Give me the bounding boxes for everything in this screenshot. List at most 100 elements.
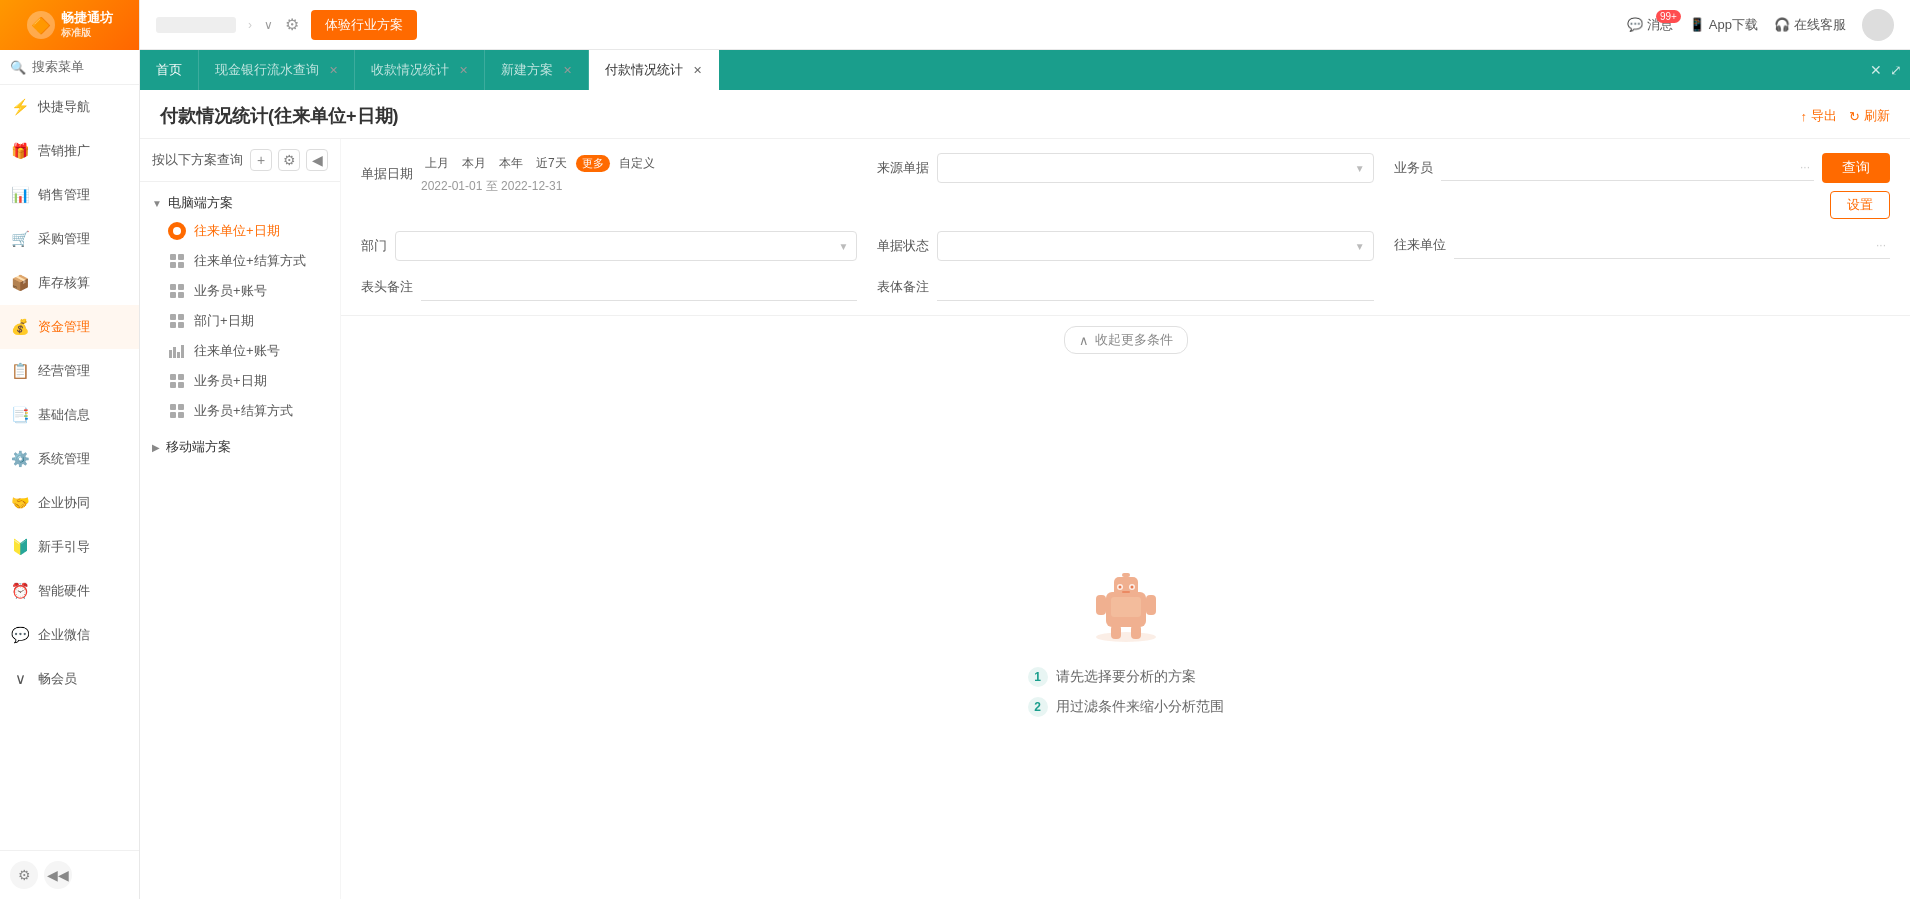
scheme-item-staff-settle-icon: [168, 402, 186, 420]
sidebar-item-wechat[interactable]: 💬 企业微信: [0, 613, 139, 657]
source-select[interactable]: ▼: [937, 153, 1373, 183]
tab-bank-flow-close[interactable]: ✕: [329, 64, 338, 77]
add-scheme-icon[interactable]: +: [250, 149, 272, 171]
breadcrumb-chevron[interactable]: ∨: [264, 18, 273, 32]
empty-illustration: [1076, 547, 1176, 647]
scheme-group-desktop-header[interactable]: ▼ 电脑端方案: [140, 190, 340, 216]
vendor-dots[interactable]: ···: [1876, 238, 1886, 252]
basic-info-icon: 📑: [10, 405, 30, 425]
download-icon: 📱: [1689, 17, 1705, 32]
tab-receipt-stats[interactable]: 收款情况统计 ✕: [355, 50, 485, 90]
search-icon: 🔍: [10, 60, 26, 75]
dept-select[interactable]: ▼: [395, 231, 857, 261]
scheme-item-vendor-settle-icon: [168, 252, 186, 270]
tab-receipt-stats-close[interactable]: ✕: [459, 64, 468, 77]
date-this-year[interactable]: 本年: [495, 153, 527, 174]
svg-rect-13: [1131, 625, 1141, 639]
tab-fullscreen-icon[interactable]: ⤢: [1890, 62, 1902, 78]
filter-status-field: 单据状态 ▼: [877, 231, 1373, 261]
filter-panel: 单据日期 上月 本月 本年 近7天 更多 自定义: [341, 139, 1910, 899]
app-download-btn[interactable]: 📱 App下载: [1689, 16, 1758, 34]
sidebar: 🔶 畅捷通坊 标准版 🔍 搜索菜单 ⚡ 快捷导航 🎁 营销推广 📊 销售管理 🛒…: [0, 0, 140, 899]
collapse-conditions-btn[interactable]: ∧ 收起更多条件: [1064, 326, 1188, 354]
empty-tips: 1 请先选择要分析的方案 2 用过滤条件来缩小分析范围: [1028, 667, 1224, 717]
sidebar-item-sales[interactable]: 📊 销售管理: [0, 173, 139, 217]
staff-dots[interactable]: ···: [1800, 160, 1810, 174]
query-btn[interactable]: 查询: [1822, 153, 1890, 183]
top-navbar: › ∨ ⚙ 体验行业方案 💬 消息 99+ 📱 App下载 🎧 在线客服: [140, 0, 1910, 50]
filter-dept-field: 部门 ▼: [361, 231, 857, 261]
filter-action-buttons: 查询 设置: [1822, 153, 1890, 219]
scheme-item-staff-account[interactable]: 业务员+账号: [140, 276, 340, 306]
dept-select-arrow: ▼: [838, 241, 848, 252]
scheme-item-vendor-account-icon: [168, 342, 186, 360]
sidebar-item-basic-info[interactable]: 📑 基础信息: [0, 393, 139, 437]
sidebar-item-guide[interactable]: 🔰 新手引导: [0, 525, 139, 569]
date-last-month[interactable]: 上月: [421, 153, 453, 174]
enterprise-icon: 🤝: [10, 493, 30, 513]
refresh-btn[interactable]: ↻ 刷新: [1849, 107, 1890, 125]
scheme-item-vendor-settle[interactable]: 往来单位+结算方式: [140, 246, 340, 276]
breadcrumb-text: [156, 17, 236, 33]
filter-row-1: 单据日期 上月 本月 本年 近7天 更多 自定义: [361, 153, 1890, 219]
tab-home[interactable]: 首页: [140, 50, 199, 90]
messages-btn[interactable]: 💬 消息 99+: [1627, 16, 1673, 34]
scheme-item-vendor-date[interactable]: 往来单位+日期: [140, 216, 340, 246]
settings-bottom-icon[interactable]: ⚙: [10, 861, 38, 889]
try-industry-btn[interactable]: 体验行业方案: [311, 10, 417, 40]
scheme-item-vendor-account[interactable]: 往来单位+账号: [140, 336, 340, 366]
scheme-settings-icon[interactable]: ⚙: [278, 149, 300, 171]
collapse-sidebar-icon[interactable]: ◀◀: [44, 861, 72, 889]
purchase-icon: 🛒: [10, 229, 30, 249]
page-header-actions: ↑ 导出 ↻ 刷新: [1801, 107, 1891, 125]
date-7days[interactable]: 近7天: [532, 153, 571, 174]
sidebar-item-finance[interactable]: 💰 资金管理: [0, 305, 139, 349]
status-select[interactable]: ▼: [937, 231, 1373, 261]
scheme-item-staff-account-icon: [168, 282, 186, 300]
date-custom[interactable]: 自定义: [615, 153, 659, 174]
tab-close-all-icon[interactable]: ✕: [1870, 62, 1882, 78]
refresh-icon: ↻: [1849, 109, 1860, 124]
sidebar-item-marketing[interactable]: 🎁 营销推广: [0, 129, 139, 173]
filter-date-field: 单据日期 上月 本月 本年 近7天 更多 自定义: [361, 153, 857, 195]
tab-new-scheme-close[interactable]: ✕: [563, 64, 572, 77]
scheme-item-dept-date[interactable]: 部门+日期: [140, 306, 340, 336]
desktop-group-arrow: ▼: [152, 198, 162, 209]
date-more-btn[interactable]: 更多: [576, 155, 610, 172]
sidebar-item-inventory[interactable]: 📦 库存核算: [0, 261, 139, 305]
filter-vendor-field: 往来单位 ···: [1394, 231, 1890, 259]
sidebar-item-member[interactable]: ∨ 畅会员: [0, 657, 139, 701]
scheme-collapse-icon[interactable]: ◀: [306, 149, 328, 171]
scheme-group-mobile-header[interactable]: ▶ 移动端方案: [140, 434, 340, 460]
collapse-arrow-icon: ∧: [1079, 333, 1089, 348]
user-avatar[interactable]: [1862, 9, 1894, 41]
page-title: 付款情况统计(往来单位+日期): [160, 104, 399, 128]
tab-payment-stats-close[interactable]: ✕: [693, 64, 702, 77]
tab-new-scheme[interactable]: 新建方案 ✕: [485, 50, 589, 90]
logo-icon: 🔶: [27, 11, 55, 39]
filter-settings-btn[interactable]: 设置: [1830, 191, 1890, 219]
scheme-item-staff-date[interactable]: 业务员+日期: [140, 366, 340, 396]
sales-icon: 📊: [10, 185, 30, 205]
sidebar-item-enterprise[interactable]: 🤝 企业协同: [0, 481, 139, 525]
hardware-icon: ⏰: [10, 581, 30, 601]
sidebar-search[interactable]: 🔍 搜索菜单: [0, 50, 139, 85]
sidebar-item-purchase[interactable]: 🛒 采购管理: [0, 217, 139, 261]
date-this-month[interactable]: 本月: [458, 153, 490, 174]
source-select-arrow: ▼: [1355, 163, 1365, 174]
tab-bank-flow[interactable]: 现金银行流水查询 ✕: [199, 50, 355, 90]
sidebar-item-quick-nav[interactable]: ⚡ 快捷导航: [0, 85, 139, 129]
filter-source-field: 来源单据 ▼: [877, 153, 1373, 183]
sidebar-item-system[interactable]: ⚙️ 系统管理: [0, 437, 139, 481]
quick-nav-icon: ⚡: [10, 97, 30, 117]
empty-state: 1 请先选择要分析的方案 2 用过滤条件来缩小分析范围: [341, 364, 1910, 899]
tab-payment-stats[interactable]: 付款情况统计 ✕: [589, 50, 719, 90]
sidebar-item-operations[interactable]: 📋 经营管理: [0, 349, 139, 393]
scheme-item-staff-settle[interactable]: 业务员+结算方式: [140, 396, 340, 426]
online-service-btn[interactable]: 🎧 在线客服: [1774, 16, 1846, 34]
svg-rect-2: [1111, 597, 1141, 617]
filter-staff-control: ···: [1441, 153, 1814, 181]
sidebar-item-hardware[interactable]: ⏰ 智能硬件: [0, 569, 139, 613]
navbar-settings-icon[interactable]: ⚙: [285, 15, 299, 34]
export-btn[interactable]: ↑ 导出: [1801, 107, 1838, 125]
